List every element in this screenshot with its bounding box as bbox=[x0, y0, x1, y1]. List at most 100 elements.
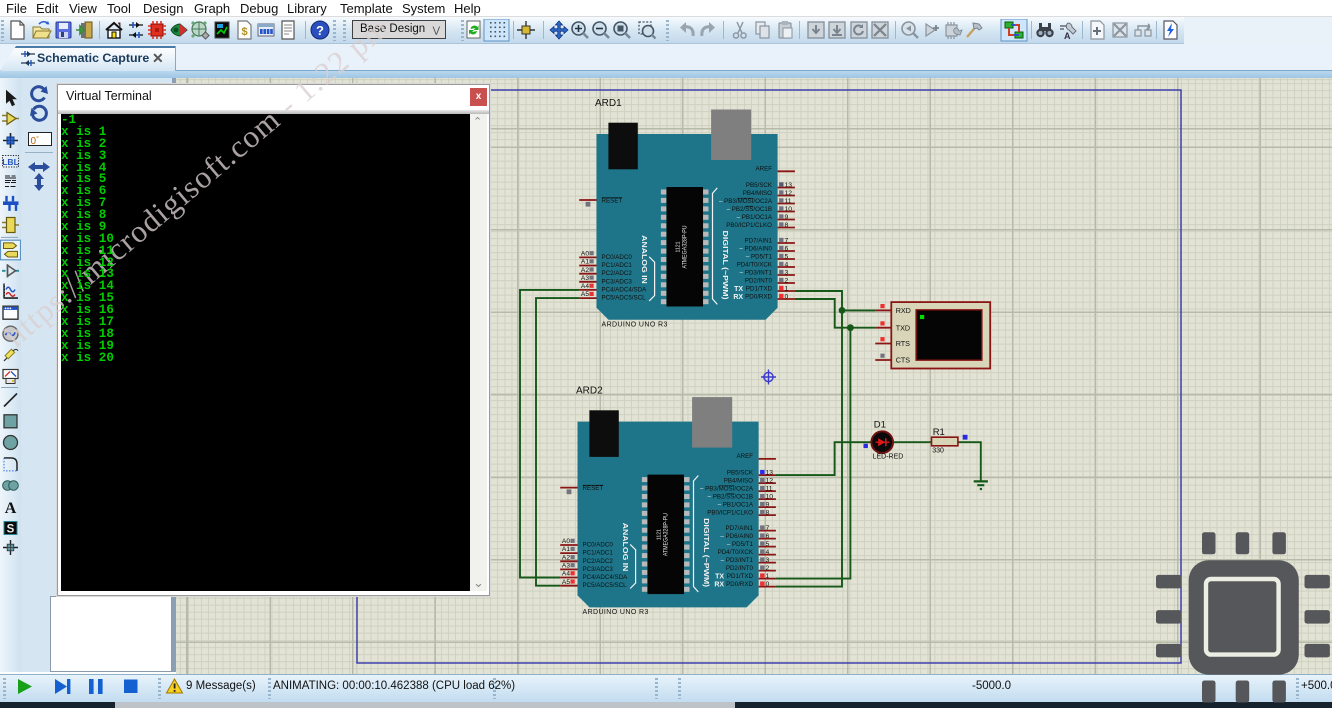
svg-text:7: 7 bbox=[766, 525, 770, 532]
svg-text:10: 10 bbox=[785, 206, 793, 213]
svg-text:– PD5/T1: – PD5/T1 bbox=[727, 541, 754, 548]
svg-text:4: 4 bbox=[785, 262, 789, 269]
svg-text:PB4/MISO: PB4/MISO bbox=[743, 190, 772, 197]
svg-text:– PB3/MOSI/OC2A: – PB3/MOSI/OC2A bbox=[700, 486, 754, 493]
svg-text:ARD1: ARD1 bbox=[595, 98, 622, 109]
svg-text:RESET: RESET bbox=[602, 197, 623, 204]
svg-text:– PD3/INT1: – PD3/INT1 bbox=[740, 269, 773, 276]
svg-text:3: 3 bbox=[785, 270, 789, 277]
svg-text:ANALOG IN: ANALOG IN bbox=[640, 235, 649, 284]
svg-text:TX: TX bbox=[734, 286, 743, 293]
svg-text:1121: 1121 bbox=[676, 242, 682, 253]
svg-text:PD1/TXD: PD1/TXD bbox=[746, 285, 773, 292]
svg-text:A5: A5 bbox=[581, 291, 589, 298]
svg-text:12: 12 bbox=[785, 190, 793, 197]
svg-text:8: 8 bbox=[766, 510, 770, 517]
svg-text:A5: A5 bbox=[562, 579, 570, 586]
svg-text:– PD5/T1: – PD5/T1 bbox=[746, 253, 773, 260]
svg-text:– PB2/SS/OC1B: – PB2/SS/OC1B bbox=[708, 494, 753, 501]
svg-text:– PD3/INT1: – PD3/INT1 bbox=[721, 557, 754, 564]
svg-text:1: 1 bbox=[766, 573, 770, 580]
svg-text:7: 7 bbox=[785, 238, 789, 245]
svg-text:A0: A0 bbox=[581, 251, 589, 258]
svg-text:ARDUINO UNO R3: ARDUINO UNO R3 bbox=[583, 609, 649, 616]
svg-text:5: 5 bbox=[766, 541, 770, 548]
svg-text:PC5/ADC5/SCL: PC5/ADC5/SCL bbox=[602, 295, 647, 302]
svg-text:ARD2: ARD2 bbox=[576, 386, 603, 397]
svg-text:RXD: RXD bbox=[896, 306, 911, 315]
svg-text:A2: A2 bbox=[562, 554, 570, 561]
svg-text:ANALOG IN: ANALOG IN bbox=[621, 523, 630, 572]
svg-text:ATMEGA328P-PU: ATMEGA328P-PU bbox=[664, 513, 670, 556]
svg-text:ATMEGA328P-PU: ATMEGA328P-PU bbox=[683, 226, 689, 269]
svg-text:S: S bbox=[7, 524, 15, 536]
svg-text:0: 0 bbox=[766, 581, 770, 588]
svg-text:RX: RX bbox=[733, 294, 743, 301]
svg-text:A1: A1 bbox=[562, 546, 570, 553]
svg-text:– PB2/SS/OC1B: – PB2/SS/OC1B bbox=[727, 206, 772, 213]
svg-text:3: 3 bbox=[766, 557, 770, 564]
svg-text:PD1/TXD: PD1/TXD bbox=[727, 573, 754, 580]
svg-text:RTS: RTS bbox=[896, 339, 910, 348]
svg-text:12: 12 bbox=[766, 478, 774, 485]
svg-text:PD0/RXD: PD0/RXD bbox=[745, 293, 772, 300]
svg-text:330: 330 bbox=[932, 448, 944, 455]
svg-text:PD4/T0/XCK: PD4/T0/XCK bbox=[737, 261, 773, 268]
svg-text:PC4/ADC4/SDA: PC4/ADC4/SDA bbox=[583, 574, 629, 581]
svg-text:CTS: CTS bbox=[896, 356, 911, 365]
svg-text:2: 2 bbox=[785, 278, 789, 285]
svg-text:13: 13 bbox=[785, 182, 793, 189]
svg-text:PD7/AIN1: PD7/AIN1 bbox=[725, 525, 753, 532]
svg-text:– PB3/MOSI/OC2A: – PB3/MOSI/OC2A bbox=[719, 198, 773, 205]
svg-text:PC4/ADC4/SDA: PC4/ADC4/SDA bbox=[602, 286, 648, 293]
svg-text:9: 9 bbox=[785, 214, 789, 221]
svg-text:11: 11 bbox=[766, 486, 773, 493]
svg-text:– PD6/AIN0: – PD6/AIN0 bbox=[739, 245, 772, 252]
svg-text:PC1/ADC1: PC1/ADC1 bbox=[583, 550, 614, 557]
svg-text:PD0/RXD: PD0/RXD bbox=[726, 581, 753, 588]
svg-text:A1: A1 bbox=[581, 259, 589, 266]
svg-text:11: 11 bbox=[785, 198, 792, 205]
svg-text:R1: R1 bbox=[933, 427, 945, 438]
svg-text:PD7/AIN1: PD7/AIN1 bbox=[744, 237, 772, 244]
svg-text:9: 9 bbox=[766, 502, 770, 509]
svg-text:1: 1 bbox=[785, 286, 789, 293]
svg-text:13: 13 bbox=[766, 470, 774, 477]
svg-text:?: ? bbox=[316, 23, 324, 38]
svg-text:AREF: AREF bbox=[736, 453, 753, 460]
svg-text:8: 8 bbox=[785, 222, 789, 229]
svg-text:6: 6 bbox=[766, 533, 770, 540]
svg-text:PB4/MISO: PB4/MISO bbox=[724, 478, 753, 485]
svg-text:DIGITAL (~PWM): DIGITAL (~PWM) bbox=[702, 518, 711, 588]
svg-text:DIGITAL (~PWM): DIGITAL (~PWM) bbox=[721, 231, 730, 301]
svg-text:A: A bbox=[5, 500, 17, 517]
svg-text:PB5/SCK: PB5/SCK bbox=[746, 182, 773, 189]
svg-text:10: 10 bbox=[766, 494, 774, 501]
svg-text:PC3/ADC3: PC3/ADC3 bbox=[583, 566, 614, 573]
svg-text:TXD: TXD bbox=[896, 323, 910, 332]
svg-text:RESET: RESET bbox=[583, 485, 604, 492]
svg-text:LED-RED: LED-RED bbox=[873, 454, 904, 461]
svg-text:– PD6/AIN0: – PD6/AIN0 bbox=[720, 533, 753, 540]
svg-text:$: $ bbox=[241, 26, 247, 38]
svg-text:PB0/ICP1/CLKO: PB0/ICP1/CLKO bbox=[707, 510, 753, 517]
svg-text:6: 6 bbox=[785, 246, 789, 253]
svg-text:– PB1/OC1A: – PB1/OC1A bbox=[718, 502, 754, 509]
svg-text:PB0/ICP1/CLKO: PB0/ICP1/CLKO bbox=[726, 222, 772, 229]
svg-text:2: 2 bbox=[766, 565, 770, 572]
svg-text:– PB1/OC1A: – PB1/OC1A bbox=[737, 214, 773, 221]
svg-text:PC1/ADC1: PC1/ADC1 bbox=[602, 262, 633, 269]
svg-text:1121: 1121 bbox=[657, 529, 663, 540]
svg-text:AREF: AREF bbox=[755, 165, 772, 172]
svg-text:PC2/ADC2: PC2/ADC2 bbox=[602, 270, 633, 277]
svg-text:A0: A0 bbox=[562, 538, 570, 545]
svg-text:PC2/ADC2: PC2/ADC2 bbox=[583, 558, 614, 565]
svg-text:PD4/T0/XCK: PD4/T0/XCK bbox=[718, 549, 754, 556]
svg-text:PD2/INT0: PD2/INT0 bbox=[726, 565, 754, 572]
svg-text:5: 5 bbox=[785, 254, 789, 261]
svg-text:4: 4 bbox=[766, 549, 770, 556]
svg-text:RX: RX bbox=[714, 582, 724, 589]
svg-text:A4: A4 bbox=[581, 283, 589, 290]
svg-text:TX: TX bbox=[715, 574, 724, 581]
svg-text:0: 0 bbox=[785, 294, 789, 301]
